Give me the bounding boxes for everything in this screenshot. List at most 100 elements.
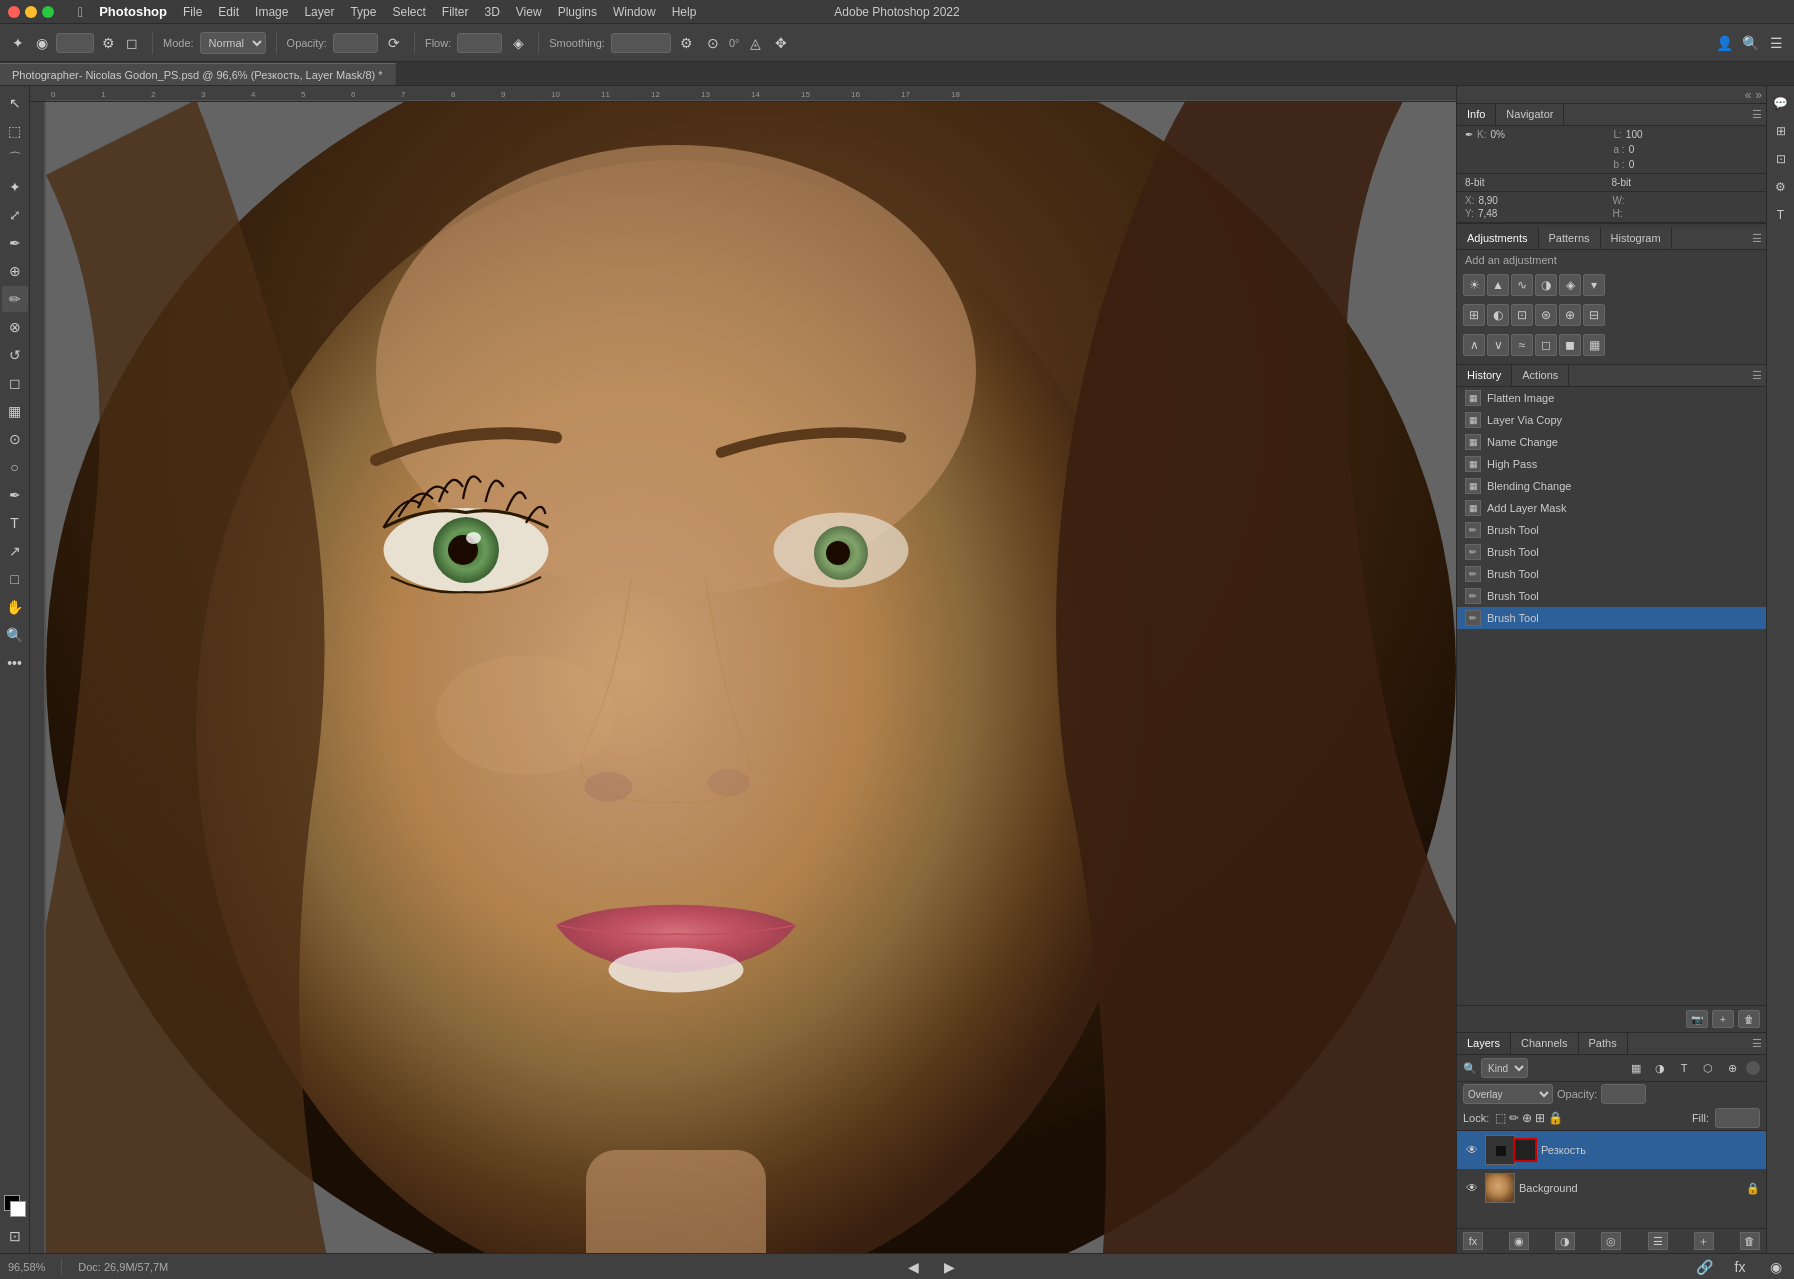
tab-info[interactable]: Info — [1457, 104, 1496, 125]
curves-icon[interactable]: ∿ — [1511, 274, 1533, 296]
solid-color-icon[interactable]: ◼ — [1559, 334, 1581, 356]
tab-channels[interactable]: Channels — [1511, 1033, 1578, 1054]
background-color[interactable] — [10, 1201, 26, 1217]
document-tab[interactable]: Photographer- Nicolas Godon_PS.psd @ 96,… — [0, 63, 396, 85]
more-tools[interactable]: ••• — [2, 650, 28, 676]
create-new-document-button[interactable]: + — [1712, 1010, 1734, 1028]
history-brush-tool[interactable]: ↺ — [2, 342, 28, 368]
opacity-input[interactable]: 100% — [333, 33, 378, 53]
select-and-mask-icon[interactable]: ⊡ — [1768, 146, 1794, 172]
layer-eye-background[interactable]: 👁 — [1463, 1179, 1481, 1197]
search-icon[interactable]: 🔍 — [1740, 33, 1760, 53]
layers-options-icon[interactable]: ☰ — [1748, 1033, 1766, 1054]
info-options-icon[interactable]: ☰ — [1748, 104, 1766, 125]
tab-layers[interactable]: Layers — [1457, 1033, 1511, 1054]
tab-patterns[interactable]: Patterns — [1539, 228, 1601, 249]
pressure-icon[interactable]: ◬ — [745, 33, 765, 53]
brush-shape-icon[interactable]: ◻ — [122, 33, 142, 53]
mode-select[interactable]: Normal — [200, 32, 266, 54]
invert-icon[interactable]: ⊟ — [1583, 304, 1605, 326]
lock-all-icon[interactable]: 🔒 — [1548, 1111, 1563, 1125]
transform-icon[interactable]: ⊞ — [1768, 118, 1794, 144]
panel-options-icon[interactable]: ☰ — [1766, 33, 1786, 53]
threshold-icon[interactable]: ∨ — [1487, 334, 1509, 356]
history-options-icon[interactable]: ☰ — [1748, 365, 1766, 386]
character-icon[interactable]: T — [1768, 202, 1794, 228]
levels-icon[interactable]: ▲ — [1487, 274, 1509, 296]
type-filter-icon[interactable]: T — [1674, 1058, 1694, 1078]
kind-select[interactable]: Kind — [1481, 1058, 1528, 1078]
blend-mode-select[interactable]: Overlay — [1463, 1084, 1553, 1104]
menu-layer[interactable]: Layer — [304, 5, 334, 19]
delete-history-state-button[interactable]: 🗑 — [1738, 1010, 1760, 1028]
menu-filter[interactable]: Filter — [442, 5, 469, 19]
shape-filter-icon[interactable]: ⬡ — [1698, 1058, 1718, 1078]
add-group-button[interactable]: ☰ — [1648, 1232, 1668, 1250]
tab-adjustments[interactable]: Adjustments — [1457, 228, 1539, 249]
channel-mixer-icon[interactable]: ⊛ — [1535, 304, 1557, 326]
path-selection-tool[interactable]: ↗ — [2, 538, 28, 564]
layer-fx-button[interactable]: fx — [1463, 1232, 1483, 1250]
menu-image[interactable]: Image — [255, 5, 288, 19]
eyedropper-tool[interactable]: ✒ — [2, 230, 28, 256]
tab-actions[interactable]: Actions — [1512, 365, 1569, 386]
history-item-brush-3[interactable]: ✏ Brush Tool — [1457, 563, 1766, 585]
add-layer-mask-button[interactable]: ◉ — [1509, 1232, 1529, 1250]
zoom-tool[interactable]: 🔍 — [2, 622, 28, 648]
menu-help[interactable]: Help — [672, 5, 697, 19]
menu-edit[interactable]: Edit — [218, 5, 239, 19]
opacity-icon[interactable]: ⟳ — [384, 33, 404, 53]
hand-tool[interactable]: ✋ — [2, 594, 28, 620]
history-item-brush-5[interactable]: ✏ Brush Tool — [1457, 607, 1766, 629]
history-item-brush-2[interactable]: ✏ Brush Tool — [1457, 541, 1766, 563]
clone-stamp-tool[interactable]: ⊗ — [2, 314, 28, 340]
posterize-icon[interactable]: ∧ — [1463, 334, 1485, 356]
symmetry-icon[interactable]: ✥ — [771, 33, 791, 53]
color-lookup-icon[interactable]: ⊕ — [1559, 304, 1581, 326]
statusbar-link-icon[interactable]: 🔗 — [1694, 1257, 1714, 1277]
history-item-add-layer-mask[interactable]: ▦ Add Layer Mask — [1457, 497, 1766, 519]
selective-color-icon[interactable]: ≈ — [1511, 334, 1533, 356]
menu-file[interactable]: File — [183, 5, 202, 19]
user-icon[interactable]: 👤 — [1714, 33, 1734, 53]
create-new-snapshot-button[interactable]: 📷 — [1686, 1010, 1708, 1028]
history-item-layer-via-copy[interactable]: ▦ Layer Via Copy — [1457, 409, 1766, 431]
collapse-panel-icon[interactable]: « — [1745, 88, 1752, 102]
minimize-button[interactable] — [25, 6, 37, 18]
lasso-tool[interactable]: ⌒ — [2, 146, 28, 172]
menu-view[interactable]: View — [516, 5, 542, 19]
statusbar-next-icon[interactable]: ▶ — [939, 1257, 959, 1277]
brush-options-icon[interactable]: ⚙ — [98, 33, 118, 53]
add-fill-layer-button[interactable]: ◑ — [1555, 1232, 1575, 1250]
lock-transparent-icon[interactable]: ⬚ — [1495, 1111, 1506, 1125]
layer-item-background[interactable]: 👁 Bac — [1457, 1169, 1766, 1207]
add-adjustment-layer-button[interactable]: ◎ — [1601, 1232, 1621, 1250]
magic-wand-tool[interactable]: ✦ — [2, 174, 28, 200]
adj-options-icon[interactable]: ☰ — [1748, 228, 1766, 249]
healing-brush-tool[interactable]: ⊕ — [2, 258, 28, 284]
blur-tool[interactable]: ⊙ — [2, 426, 28, 452]
hsl-icon[interactable]: ▾ — [1583, 274, 1605, 296]
tab-navigator[interactable]: Navigator — [1496, 104, 1564, 125]
angle-icon[interactable]: ⊙ — [703, 33, 723, 53]
lock-position-icon[interactable]: ⊞ — [1535, 1111, 1545, 1125]
layer-item-rezkost[interactable]: 👁 Резкость — [1457, 1131, 1766, 1169]
menu-select[interactable]: Select — [392, 5, 425, 19]
brush-icon[interactable]: ✦ — [8, 33, 28, 53]
history-item-brush-4[interactable]: ✏ Brush Tool — [1457, 585, 1766, 607]
smoothing-input[interactable] — [611, 33, 671, 53]
layer-eye-rezkost[interactable]: 👁 — [1463, 1141, 1481, 1159]
history-item-name-change[interactable]: ▦ Name Change — [1457, 431, 1766, 453]
filter-toggle[interactable] — [1746, 1061, 1760, 1075]
quick-mask-mode[interactable]: ⊡ — [2, 1223, 28, 1249]
exposure-icon[interactable]: ◑ — [1535, 274, 1557, 296]
history-item-flatten-image[interactable]: ▦ Flatten Image — [1457, 387, 1766, 409]
history-item-brush-1[interactable]: ✏ Brush Tool — [1457, 519, 1766, 541]
expand-panel-icon[interactable]: » — [1755, 88, 1762, 102]
properties-icon[interactable]: ⚙ — [1768, 174, 1794, 200]
dodge-tool[interactable]: ○ — [2, 454, 28, 480]
lock-artboard-icon[interactable]: ⊕ — [1522, 1111, 1532, 1125]
statusbar-fx-icon[interactable]: fx — [1730, 1257, 1750, 1277]
smoothing-settings-icon[interactable]: ⚙ — [677, 33, 697, 53]
comments-icon[interactable]: 💬 — [1768, 90, 1794, 116]
